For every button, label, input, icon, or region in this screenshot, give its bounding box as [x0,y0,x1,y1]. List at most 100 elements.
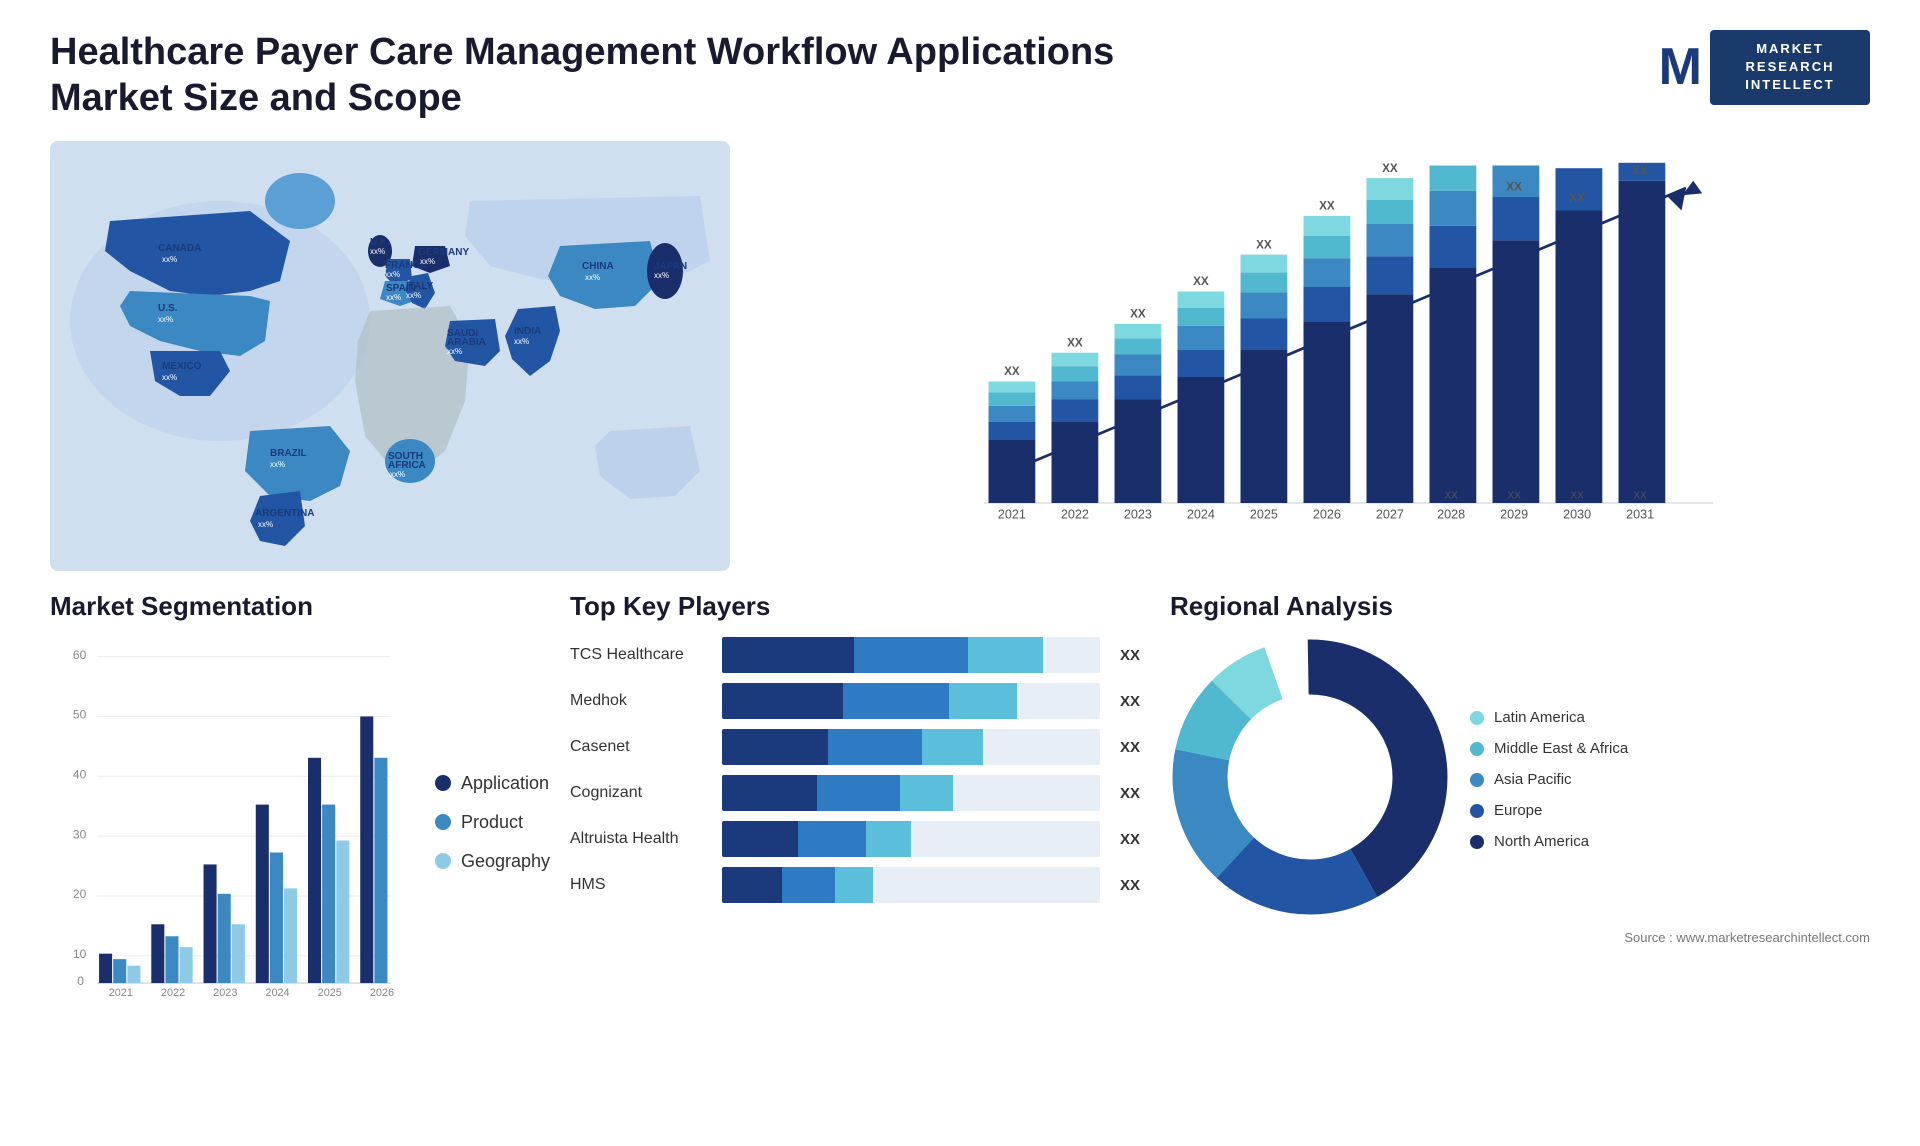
player-bar-seg2-casenet [828,729,923,765]
svg-text:CANADA: CANADA [158,243,201,254]
legend-item-geography: Geography [435,851,550,872]
svg-text:CHINA: CHINA [582,261,614,272]
svg-text:XX: XX [1445,161,1459,164]
market-bar-chart: XX XX XX XX [820,161,1850,521]
segmentation-panel: Market Segmentation 60 50 40 30 20 10 0 [50,591,550,1031]
svg-text:xx%: xx% [447,347,462,356]
reg-legend-na: North America [1470,833,1628,850]
svg-text:40: 40 [73,768,87,782]
svg-text:xx%: xx% [420,257,435,266]
svg-text:xx%: xx% [654,271,669,280]
player-row-casenet: Casenet XX [570,729,1150,765]
player-row-altruista: Altruista Health XX [570,821,1150,857]
svg-text:2031: 2031 [1626,507,1654,521]
key-players-panel: Top Key Players TCS Healthcare XX Medhok [570,591,1150,1031]
player-label-medhok: XX [1120,693,1150,710]
reg-dot-na [1470,835,1484,849]
player-bar-seg2-cognizant [817,775,900,811]
segmentation-title: Market Segmentation [50,591,550,622]
svg-text:xx%: xx% [385,270,400,279]
player-bar-seg2-medhok [843,683,949,719]
title-block: Healthcare Payer Care Management Workflo… [50,30,1114,121]
reg-legend-latin: Latin America [1470,709,1628,726]
player-name-hms: HMS [570,876,710,894]
svg-text:xx%: xx% [390,470,405,479]
legend-dot-application [435,775,451,791]
player-name-altruista: Altruista Health [570,830,710,848]
svg-text:0: 0 [77,974,84,988]
svg-text:2025: 2025 [1250,507,1278,521]
svg-text:60: 60 [73,648,87,662]
player-name-casenet: Casenet [570,738,710,756]
player-bar-seg3-hms [835,867,873,903]
players-list: TCS Healthcare XX Medhok [570,637,1150,903]
player-label-tcs: XX [1120,647,1150,664]
seg-chart-area: 60 50 40 30 20 10 0 [50,637,550,1007]
reg-legend-europe: Europe [1470,802,1628,819]
svg-text:XX: XX [1634,491,1648,502]
bar-chart-container: XX XX XX XX [760,141,1870,571]
svg-text:ARGENTINA: ARGENTINA [255,508,314,519]
player-bar-medhok [722,683,1100,719]
logo-block: M MARKET RESEARCH INTELLECT [1659,30,1870,105]
seg-bars: 60 50 40 30 20 10 0 [50,637,405,1007]
svg-text:xx%: xx% [585,273,600,282]
svg-text:xx%: xx% [158,315,173,324]
reg-dot-apac [1470,773,1484,787]
svg-text:XX: XX [1632,165,1648,178]
player-row-medhok: Medhok XX [570,683,1150,719]
player-bar-seg1-hms [722,867,782,903]
svg-text:2021: 2021 [109,987,133,999]
svg-text:XX: XX [1569,192,1585,205]
page-title: Healthcare Payer Care Management Workflo… [50,30,1114,121]
top-section: CANADA xx% U.S. xx% MEXICO xx% BRAZIL xx… [50,141,1870,571]
svg-text:xx%: xx% [162,255,177,264]
player-bar-seg3-cognizant [900,775,953,811]
svg-text:XX: XX [1004,365,1020,378]
source-text: Source : www.marketresearchintellect.com [1170,930,1870,945]
key-players-title: Top Key Players [570,591,1150,622]
logo-m-icon: M [1659,37,1702,97]
svg-text:50: 50 [73,708,87,722]
svg-text:xx%: xx% [162,373,177,382]
svg-text:2024: 2024 [1187,507,1215,521]
svg-text:BRAZIL: BRAZIL [270,448,307,459]
player-name-tcs: TCS Healthcare [570,646,710,664]
player-bar-altruista [722,821,1100,857]
svg-text:2026: 2026 [370,987,394,999]
svg-text:xx%: xx% [270,460,285,469]
svg-text:2023: 2023 [213,987,237,999]
svg-text:2023: 2023 [1124,507,1152,521]
world-map-container: CANADA xx% U.S. xx% MEXICO xx% BRAZIL xx… [50,141,730,571]
svg-text:XX: XX [1445,491,1459,502]
legend-item-application: Application [435,773,550,794]
svg-text:2028: 2028 [1437,507,1465,521]
header: Healthcare Payer Care Management Workflo… [50,30,1870,121]
player-name-cognizant: Cognizant [570,784,710,802]
svg-text:xx%: xx% [386,293,401,302]
player-label-casenet: XX [1120,739,1150,756]
seg-legend: Application Product Geography [425,637,550,1007]
svg-text:2029: 2029 [1500,507,1528,521]
player-row-hms: HMS XX [570,867,1150,903]
page-container: Healthcare Payer Care Management Workflo… [0,0,1920,1146]
segmentation-chart: 60 50 40 30 20 10 0 [50,637,405,1007]
svg-text:XX: XX [1508,491,1522,502]
svg-text:XX: XX [1067,337,1083,350]
svg-text:XX: XX [1506,181,1522,194]
player-bar-casenet [722,729,1100,765]
reg-dot-europe [1470,804,1484,818]
svg-text:2022: 2022 [1061,507,1089,521]
svg-text:2025: 2025 [318,987,342,999]
player-label-altruista: XX [1120,831,1150,848]
svg-text:2021: 2021 [998,507,1026,521]
regional-content: Latin America Middle East & Africa Asia … [1170,637,1870,922]
player-bar-seg3-tcs [968,637,1044,673]
svg-text:MEXICO: MEXICO [162,361,202,372]
svg-text:XX: XX [1319,200,1335,213]
player-row-tcs: TCS Healthcare XX [570,637,1150,673]
legend-dot-geography [435,853,451,869]
bottom-section: Market Segmentation 60 50 40 30 20 10 0 [50,591,1870,1031]
svg-text:xx%: xx% [514,337,529,346]
svg-text:2026: 2026 [1313,507,1341,521]
